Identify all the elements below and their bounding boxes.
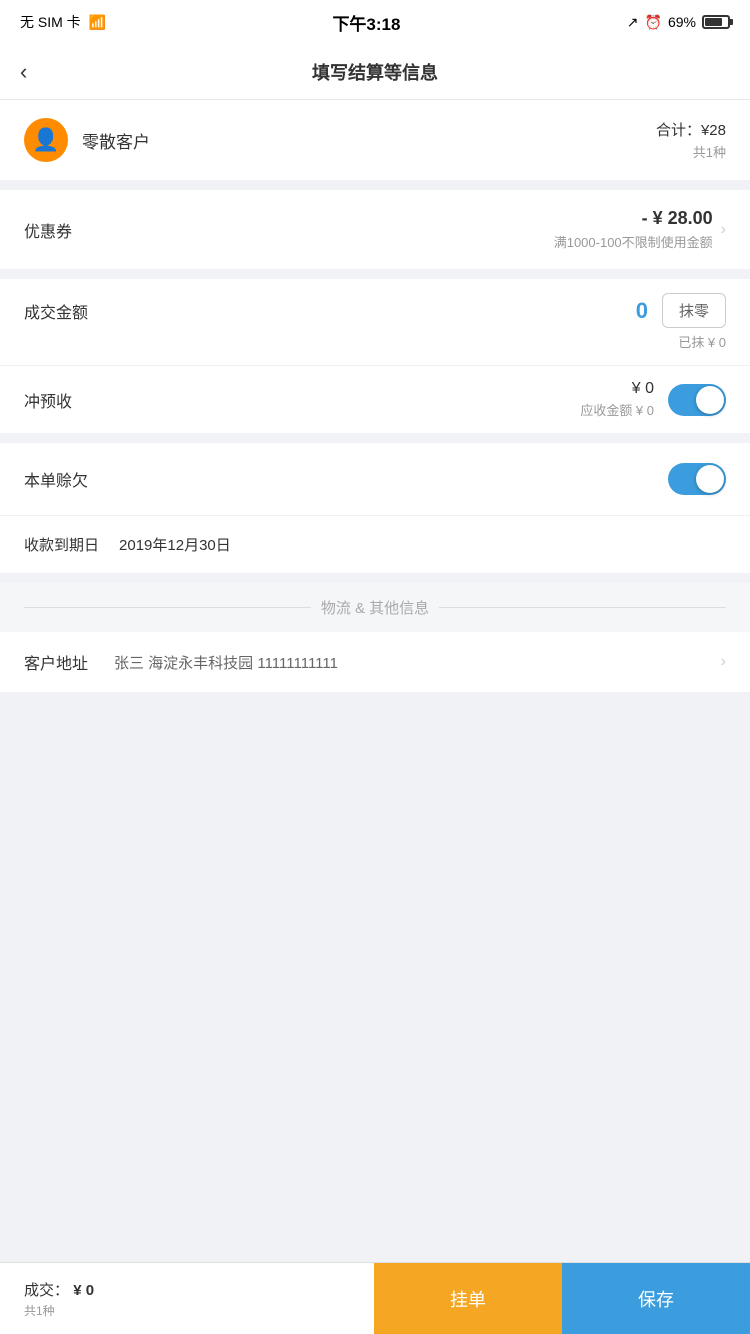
avatar-icon: 👤 <box>32 127 59 153</box>
coupon-right: - ¥ 28.00 满1000-100不限制使用金额 › <box>554 208 726 251</box>
coupon-label: 优惠券 <box>24 218 104 242</box>
precollect-toggle-knob <box>696 386 724 414</box>
debt-section: 本单赊欠 收款到期日 2019年12月30日 <box>0 443 750 573</box>
coupon-description: 满1000-100不限制使用金额 <box>554 232 713 251</box>
battery-icon <box>702 15 730 29</box>
customer-avatar: 👤 <box>24 118 68 162</box>
transaction-label: 成交金额 <box>24 299 104 323</box>
transaction-section: 成交金额 0 抹零 已抹 ¥ 0 冲预收 ¥ 0 应收金额 ¥ 0 <box>0 279 750 433</box>
status-time: 下午3:18 <box>332 10 400 35</box>
coupon-row[interactable]: 优惠券 - ¥ 28.00 满1000-100不限制使用金额 › <box>0 190 750 269</box>
logistics-header: 物流 & 其他信息 <box>0 583 750 632</box>
back-button[interactable]: ‹ <box>20 59 27 85</box>
coupon-chevron-icon: › <box>721 221 726 239</box>
round-zero-button[interactable]: 抹零 <box>662 293 726 328</box>
precollect-right: ¥ 0 应收金额 ¥ 0 <box>580 380 726 419</box>
debt-label: 本单赊欠 <box>24 467 88 491</box>
logistics-label: 物流 & 其他信息 <box>321 597 429 618</box>
location-icon: ↗ <box>627 14 639 31</box>
address-row[interactable]: 客户地址 张三 海淀永丰科技园 11111111111 › <box>0 632 750 692</box>
precollect-row: 冲预收 ¥ 0 应收金额 ¥ 0 <box>0 365 750 433</box>
transaction-value-area: 0 抹零 <box>608 293 726 328</box>
debt-toggle-knob <box>696 465 724 493</box>
content-spacer <box>0 702 750 802</box>
precollect-receivable: 应收金额 ¥ 0 <box>580 400 654 419</box>
precollect-amount: ¥ 0 <box>580 380 654 398</box>
page-title: 填写结算等信息 <box>312 59 438 85</box>
nav-bar: ‹ 填写结算等信息 <box>0 44 750 100</box>
customer-section: 👤 零散客户 合计：¥28 共1种 <box>0 100 750 180</box>
status-left: 无 SIM 卡 📶 <box>20 12 106 32</box>
customer-name: 零散客户 <box>82 128 150 153</box>
logistics-section: 物流 & 其他信息 客户地址 张三 海淀永丰科技园 11111111111 › <box>0 583 750 692</box>
precollect-toggle[interactable] <box>668 384 726 416</box>
address-label: 客户地址 <box>24 650 94 674</box>
bottom-bar: 成交： ¥ 0 共1种 挂单 保存 <box>0 1262 750 1334</box>
customer-total-count: 共1种 <box>656 142 726 161</box>
coupon-discount: - ¥ 28.00 <box>554 208 713 229</box>
bottom-transaction-value: ¥ 0 <box>73 1282 94 1299</box>
duedate-label: 收款到期日 <box>24 534 99 555</box>
debt-row: 本单赊欠 <box>0 443 750 515</box>
alarm-icon: ⏰ <box>645 14 662 31</box>
battery-percent: 69% <box>668 14 696 30</box>
wifi-icon: 📶 <box>89 14 106 31</box>
coupon-section: 优惠券 - ¥ 28.00 满1000-100不限制使用金额 › <box>0 190 750 269</box>
customer-total: 合计：¥28 共1种 <box>656 119 726 161</box>
address-value: 张三 海淀永丰科技园 11111111111 <box>114 652 693 673</box>
duedate-row: 收款到期日 2019年12月30日 <box>0 515 750 573</box>
bottom-transaction-label: 成交： ¥ 0 <box>24 1279 374 1300</box>
customer-row: 👤 零散客户 合计：¥28 共1种 <box>0 100 750 180</box>
suspend-button[interactable]: 挂单 <box>374 1263 562 1334</box>
bottom-info: 成交： ¥ 0 共1种 <box>0 1263 374 1334</box>
carrier-label: 无 SIM 卡 <box>20 12 81 32</box>
status-bar: 无 SIM 卡 📶 下午3:18 ↗ ⏰ 69% <box>0 0 750 44</box>
status-right: ↗ ⏰ 69% <box>627 14 730 31</box>
bottom-transaction-prefix: 成交： <box>24 1282 69 1299</box>
debt-toggle[interactable] <box>668 463 726 495</box>
customer-left: 👤 零散客户 <box>24 118 150 162</box>
address-chevron-icon: › <box>721 653 726 671</box>
transaction-input[interactable]: 0 <box>608 298 648 324</box>
coupon-value-area: - ¥ 28.00 满1000-100不限制使用金额 <box>554 208 713 251</box>
bottom-count: 共1种 <box>24 1302 374 1319</box>
save-button[interactable]: 保存 <box>562 1263 750 1334</box>
customer-total-amount: 合计：¥28 <box>656 119 726 140</box>
transaction-sub: 已抹 ¥ 0 <box>0 328 750 365</box>
duedate-value: 2019年12月30日 <box>119 534 231 555</box>
transaction-row: 成交金额 0 抹零 <box>0 279 750 328</box>
precollect-label: 冲预收 <box>24 388 72 412</box>
precollect-value-area: ¥ 0 应收金额 ¥ 0 <box>580 380 654 419</box>
